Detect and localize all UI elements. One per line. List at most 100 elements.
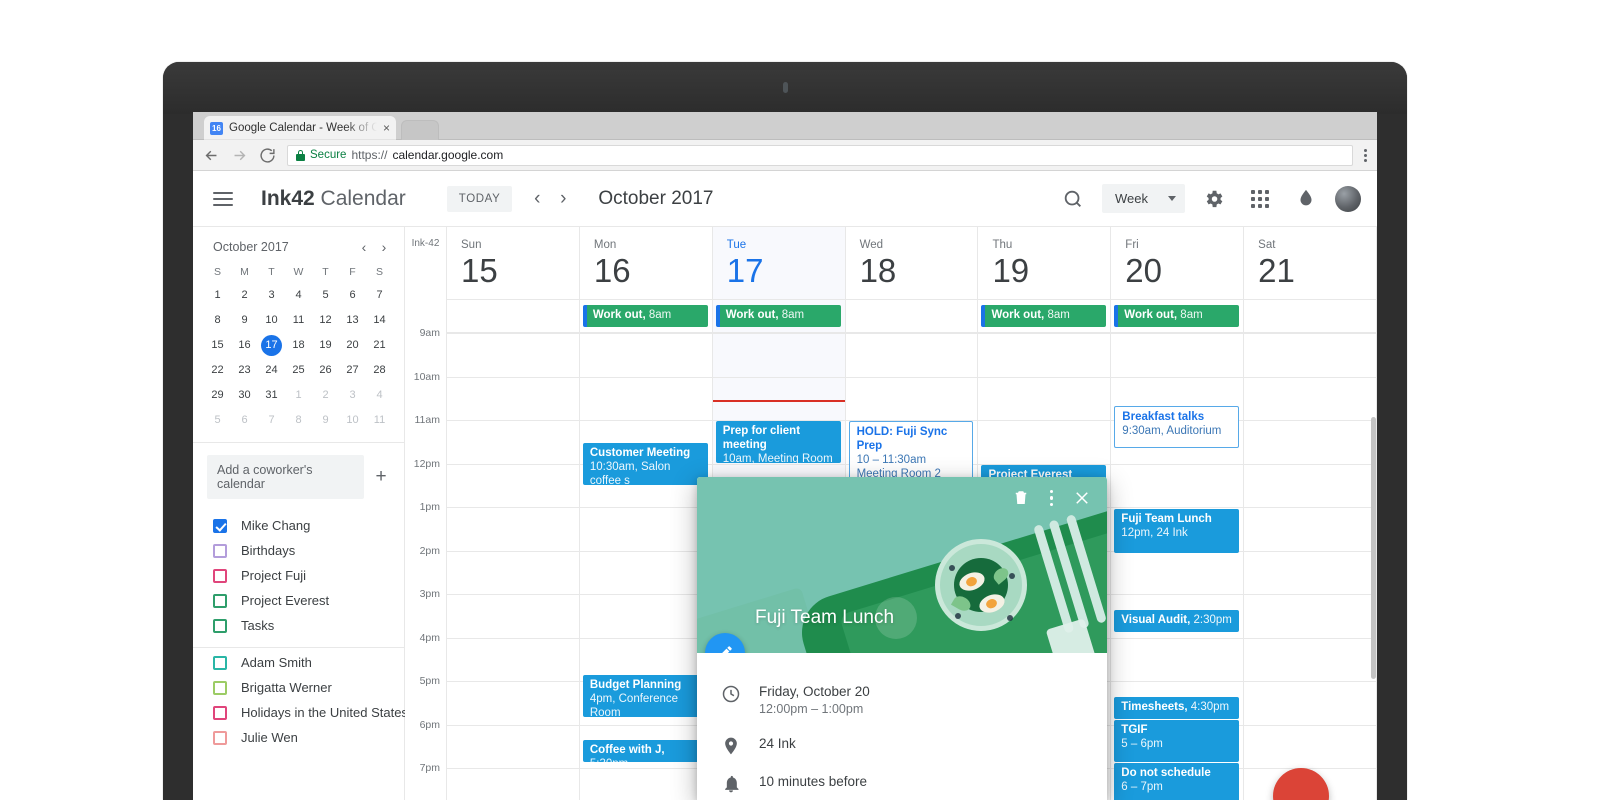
mini-calendar-day[interactable]: 26 — [312, 358, 339, 383]
all-day-row[interactable]: Work out, 8am — [579, 300, 712, 333]
mini-calendar-day[interactable]: 13 — [339, 308, 366, 333]
other-calendar-item[interactable]: Julie Wen — [193, 725, 404, 750]
calendar-event[interactable]: Work out, 8am — [582, 305, 708, 327]
mini-calendar-day[interactable]: 3 — [339, 383, 366, 408]
calendar-event[interactable]: Work out, 8am — [1114, 305, 1240, 327]
my-calendar-item[interactable]: Tasks — [193, 613, 404, 638]
view-select-dropdown[interactable]: Week — [1102, 184, 1185, 213]
calendar-event[interactable]: Prep for client meeting 10am, Meeting Roo… — [715, 421, 841, 463]
mini-calendar-day[interactable]: 9 — [231, 308, 258, 333]
my-calendar-item[interactable]: Mike Chang — [193, 513, 404, 538]
address-bar[interactable]: Secure https:// calendar.google.com — [287, 144, 1353, 166]
calendar-event[interactable]: Budget Planning 4pm, Conference Room — [582, 675, 708, 717]
other-calendar-item[interactable]: Adam Smith — [193, 650, 404, 675]
add-calendar-plus-icon[interactable]: + — [372, 466, 390, 488]
mini-calendar-day[interactable]: 10 — [258, 308, 285, 333]
day-header[interactable]: Mon 16 — [579, 227, 712, 300]
calendar-event[interactable]: Do not schedule 6 – 7pm — [1114, 763, 1240, 800]
all-day-row[interactable]: Work out, 8am — [1111, 300, 1244, 333]
more-options-icon[interactable] — [1049, 489, 1053, 507]
day-column[interactable]: Mon 16 Work out, 8am Customer Meeting 10:30a… — [579, 227, 713, 800]
mini-calendar-day[interactable]: 29 — [204, 383, 231, 408]
mini-calendar-day[interactable]: 27 — [339, 358, 366, 383]
other-calendar-item[interactable]: Holidays in the United States — [193, 700, 408, 725]
mini-calendar-day[interactable]: 7 — [366, 283, 393, 308]
mini-calendar-day[interactable]: 30 — [231, 383, 258, 408]
calendar-event[interactable]: Work out, 8am — [981, 305, 1107, 327]
day-column[interactable]: Sat 21 — [1244, 227, 1377, 800]
reload-icon[interactable] — [259, 147, 276, 164]
mini-calendar-day[interactable]: 11 — [285, 308, 312, 333]
add-coworker-calendar-input[interactable]: Add a coworker's calendar — [207, 455, 364, 499]
time-slots[interactable] — [1244, 333, 1377, 800]
mini-calendar-day[interactable]: 3 — [258, 283, 285, 308]
mini-calendar-day[interactable]: 22 — [204, 358, 231, 383]
mini-calendar-day[interactable]: 8 — [285, 408, 312, 433]
mini-calendar-next[interactable]: › — [374, 239, 394, 255]
all-day-row[interactable]: Work out, 8am — [712, 300, 845, 333]
prev-week-button[interactable]: ‹ — [524, 189, 550, 208]
close-icon[interactable] — [1073, 489, 1091, 507]
calendar-event[interactable]: Fuji Team Lunch 12pm, 24 Ink — [1114, 509, 1240, 553]
scrollbar-thumb[interactable] — [1371, 417, 1376, 679]
calendar-event[interactable]: Timesheets, 4:30pm — [1114, 697, 1240, 719]
mini-calendar-day[interactable]: 31 — [258, 383, 285, 408]
mini-calendar-day[interactable]: 6 — [231, 408, 258, 433]
next-week-button[interactable]: › — [550, 189, 576, 208]
calendar-event[interactable]: Visual Audit, 2:30pm — [1114, 610, 1240, 632]
mini-calendar-day[interactable]: 12 — [312, 308, 339, 333]
mini-calendar-day[interactable]: 20 — [339, 333, 366, 358]
back-arrow-icon[interactable] — [203, 147, 220, 164]
tab-close-icon[interactable]: × — [383, 122, 390, 134]
day-header[interactable]: Wed 18 — [845, 227, 978, 300]
mini-calendar-day[interactable]: 5 — [312, 283, 339, 308]
new-tab-button[interactable] — [401, 120, 439, 140]
mini-calendar-day[interactable]: 14 — [366, 308, 393, 333]
calendar-checkbox[interactable] — [213, 593, 227, 608]
time-slots[interactable]: Customer Meeting 10:30am, Salon coffee s B… — [579, 333, 712, 800]
calendar-event[interactable]: Customer Meeting 10:30am, Salon coffee s — [582, 443, 708, 485]
calendar-checkbox[interactable] — [213, 680, 227, 695]
mini-calendar-day[interactable]: 6 — [339, 283, 366, 308]
time-slots[interactable]: Breakfast talks 9:30am, Auditorium Fuji Te… — [1111, 333, 1244, 800]
day-column[interactable]: Sun 15 — [447, 227, 580, 800]
all-day-row[interactable] — [845, 300, 978, 333]
mini-calendar-day[interactable]: 4 — [285, 283, 312, 308]
mini-calendar-day[interactable]: 21 — [366, 333, 393, 358]
mini-calendar-day[interactable]: 24 — [258, 358, 285, 383]
mini-calendar-day[interactable]: 2 — [231, 283, 258, 308]
day-header[interactable]: Tue 17 — [712, 227, 845, 300]
all-day-row[interactable] — [1244, 300, 1377, 333]
browser-tab[interactable]: 16 Google Calendar - Week of Oc × — [204, 116, 396, 140]
mini-calendar-day[interactable]: 10 — [339, 408, 366, 433]
calendar-event[interactable]: Coffee with J, 5:30pm — [582, 740, 708, 762]
search-icon[interactable] — [1062, 188, 1084, 210]
mini-calendar-day[interactable]: 15 — [204, 333, 231, 358]
all-day-row[interactable] — [447, 300, 579, 333]
calendar-checkbox[interactable] — [213, 655, 227, 670]
trash-icon[interactable] — [1012, 489, 1030, 507]
mini-calendar-day[interactable]: 1 — [204, 283, 231, 308]
mini-calendar-day[interactable]: 23 — [231, 358, 258, 383]
mini-calendar-day[interactable]: 1 — [285, 383, 312, 408]
my-calendar-item[interactable]: Project Everest — [193, 588, 404, 613]
day-header[interactable]: Sat 21 — [1244, 227, 1377, 300]
mini-calendar-day[interactable]: 18 — [285, 333, 312, 358]
mini-calendar-day[interactable]: 8 — [204, 308, 231, 333]
today-button[interactable]: TODAY — [446, 185, 513, 212]
notifications-icon[interactable] — [1295, 188, 1317, 210]
my-calendar-item[interactable]: Project Fuji — [193, 563, 404, 588]
mini-calendar-day[interactable]: 11 — [366, 408, 393, 433]
mini-calendar-day[interactable]: 19 — [312, 333, 339, 358]
all-day-row[interactable]: Work out, 8am — [978, 300, 1111, 333]
mini-calendar-day[interactable]: 17 — [258, 333, 285, 358]
time-slots[interactable] — [447, 333, 579, 800]
browser-menu-icon[interactable] — [1364, 148, 1367, 162]
calendar-event[interactable]: Breakfast talks 9:30am, Auditorium — [1114, 406, 1240, 448]
day-header[interactable]: Sun 15 — [447, 227, 579, 300]
calendar-checkbox[interactable] — [213, 705, 227, 720]
apps-grid-icon[interactable] — [1251, 189, 1269, 208]
calendar-checkbox[interactable] — [213, 730, 227, 745]
mini-calendar-prev[interactable]: ‹ — [354, 239, 374, 255]
mini-calendar-day[interactable]: 9 — [312, 408, 339, 433]
